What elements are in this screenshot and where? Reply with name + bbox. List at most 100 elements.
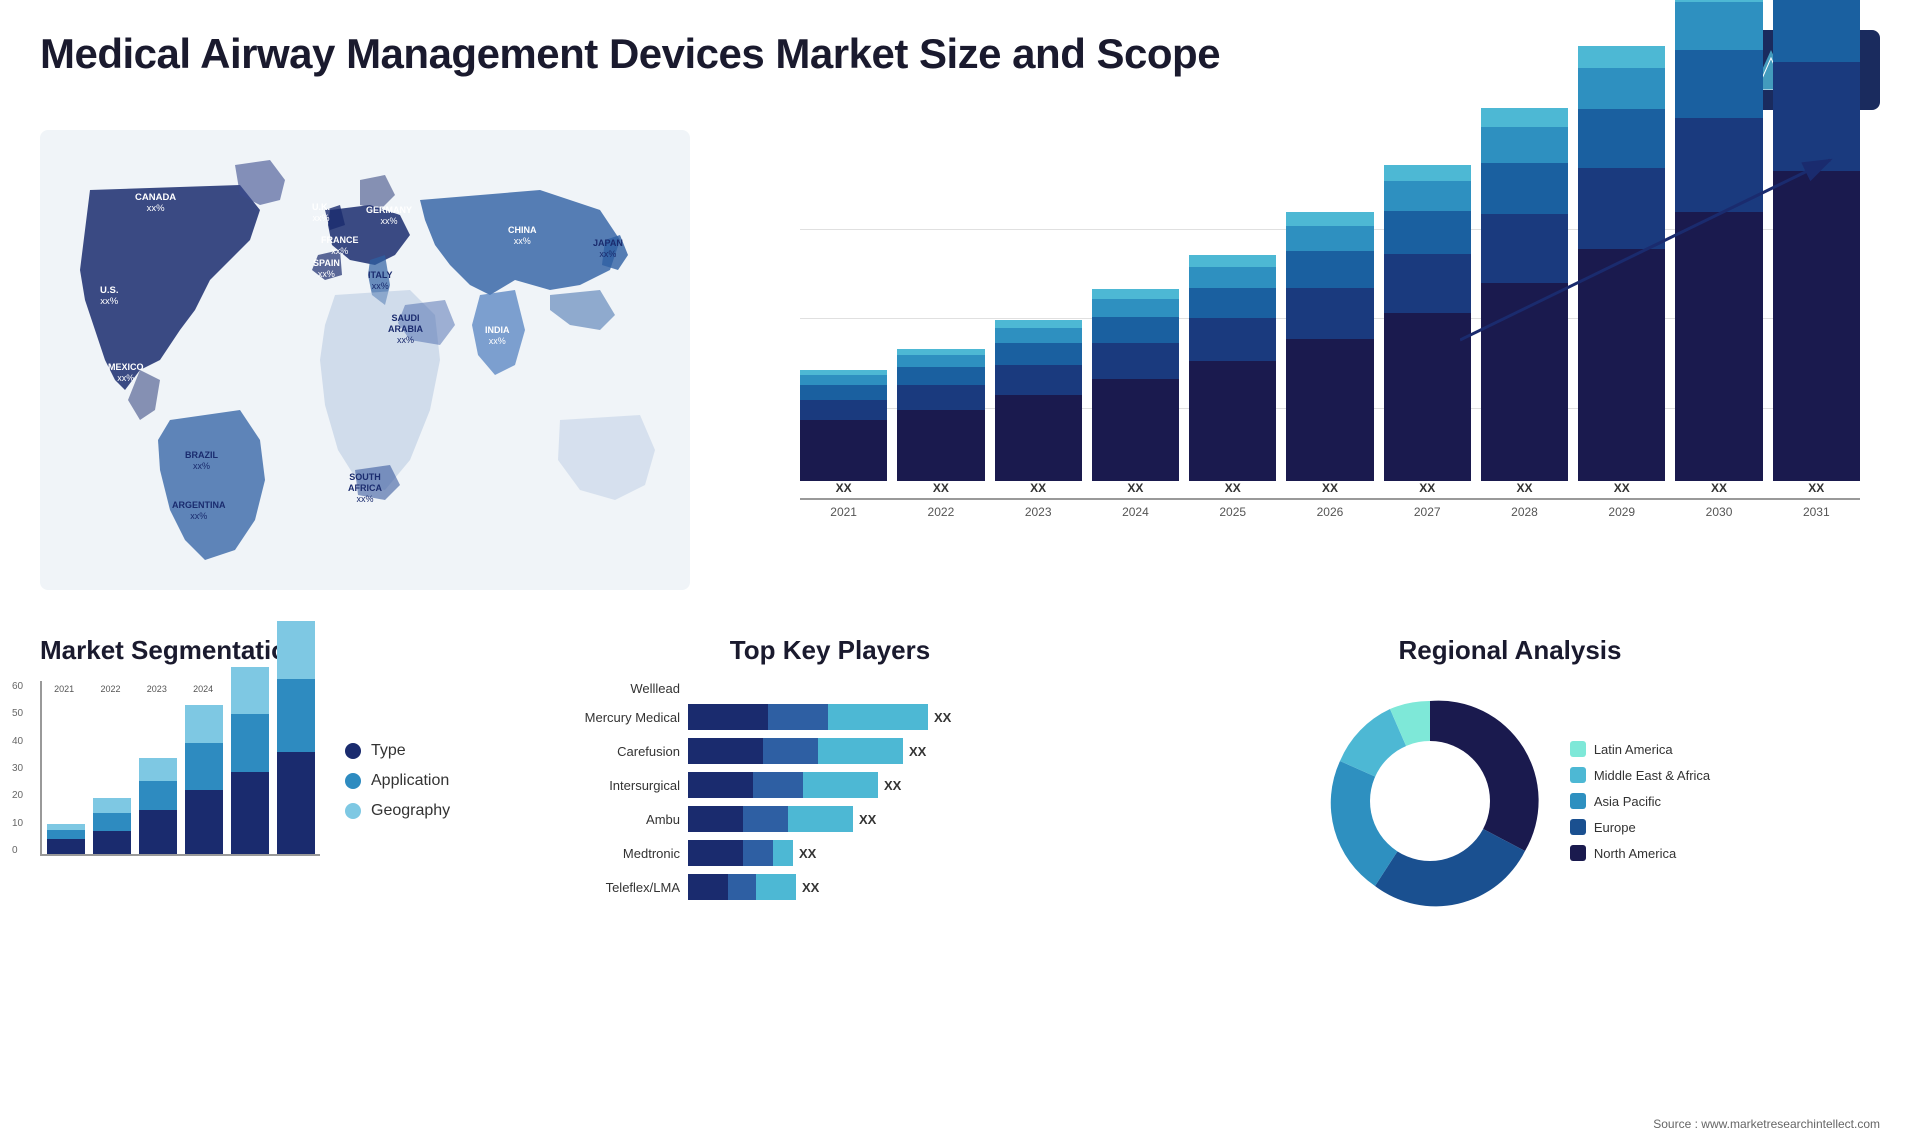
bar-group-2030: XX xyxy=(1675,0,1762,498)
player-value-2: XX xyxy=(909,744,926,759)
player-name-3: Intersurgical xyxy=(550,778,680,793)
bar-top-label-2022: XX xyxy=(933,481,949,495)
bar-top-label-2031: XX xyxy=(1808,481,1824,495)
donut-chart xyxy=(1310,681,1550,921)
seg-bar-2025 xyxy=(231,681,269,854)
seg-y-50: 50 xyxy=(12,708,23,719)
segmentation-section: Market Segmentation 60 50 40 30 20 10 0 xyxy=(40,635,520,921)
map-label-us: U.S.xx% xyxy=(100,285,118,308)
map-label-india: INDIAxx% xyxy=(485,325,510,347)
regional-title: Regional Analysis xyxy=(1140,635,1880,666)
player-row-3: Intersurgical XX xyxy=(550,772,1110,798)
reg-label-mea: Middle East & Africa xyxy=(1594,768,1710,783)
map-label-brazil: BRAZILxx% xyxy=(185,450,218,472)
seg-y-20: 20 xyxy=(12,790,23,801)
map-label-italy: ITALYxx% xyxy=(368,270,393,292)
bar-group-2021: XX xyxy=(800,370,887,498)
player-row-0: Welllead xyxy=(550,681,1110,696)
source-text: Source : www.marketresearchintellect.com xyxy=(1653,1117,1880,1131)
bar-top-label-2030: XX xyxy=(1711,481,1727,495)
regional-section: Regional Analysis xyxy=(1140,635,1880,921)
bar-top-label-2029: XX xyxy=(1614,481,1630,495)
reg-label-apac: Asia Pacific xyxy=(1594,794,1661,809)
player-row-5: Medtronic XX xyxy=(550,840,1110,866)
reg-legend-na: North America xyxy=(1570,845,1710,861)
seg-y-0: 0 xyxy=(12,845,23,856)
seg-y-30: 30 xyxy=(12,763,23,774)
reg-legend-mea: Middle East & Africa xyxy=(1570,767,1710,783)
bar-top-label-2027: XX xyxy=(1419,481,1435,495)
bar-xlabel-2023: 2023 xyxy=(995,505,1082,519)
seg-y-10: 10 xyxy=(12,818,23,829)
player-value-3: XX xyxy=(884,778,901,793)
map-label-canada: CANADAxx% xyxy=(135,192,176,215)
legend-label-app: Application xyxy=(371,772,449,790)
bar-chart-section: XXXXXXXXXXXXXXXXXXXXXX 20212022202320242… xyxy=(730,130,1880,620)
bar-xlabel-2027: 2027 xyxy=(1384,505,1471,519)
player-row-2: CarefusionXX xyxy=(550,738,1110,764)
player-name-1: Mercury Medical xyxy=(550,710,680,725)
seg-y-40: 40 xyxy=(12,736,23,747)
bar-xlabel-2024: 2024 xyxy=(1092,505,1179,519)
player-value-6: XX xyxy=(802,880,819,895)
donut-svg xyxy=(1310,681,1550,921)
legend-label-type: Type xyxy=(371,742,406,760)
bar-xlabel-2022: 2022 xyxy=(897,505,984,519)
map-label-mexico: MEXICOxx% xyxy=(108,362,144,384)
seg-y-60: 60 xyxy=(12,681,23,692)
map-label-france: FRANCExx% xyxy=(321,235,359,257)
bar-xlabel-2029: 2029 xyxy=(1578,505,1665,519)
bar-group-2023: XX xyxy=(995,320,1082,498)
legend-type: Type xyxy=(345,742,450,760)
seg-bar-2024 xyxy=(185,681,223,854)
player-name-5: Medtronic xyxy=(550,846,680,861)
bar-xlabel-2031: 2031 xyxy=(1773,505,1860,519)
reg-legend-latin: Latin America xyxy=(1570,741,1710,757)
reg-color-apac xyxy=(1570,793,1586,809)
player-row-6: Teleflex/LMA XX xyxy=(550,874,1110,900)
reg-color-europe xyxy=(1570,819,1586,835)
players-list: WellleadMercury MedicalXXCarefusionXXInt… xyxy=(550,681,1110,900)
seg-bar-2023 xyxy=(139,681,177,854)
map-label-argentina: ARGENTINAxx% xyxy=(172,500,226,522)
legend-dot-app xyxy=(345,773,361,789)
reg-color-na xyxy=(1570,845,1586,861)
legend-dot-geo xyxy=(345,803,361,819)
reg-legend-apac: Asia Pacific xyxy=(1570,793,1710,809)
player-value-4: XX xyxy=(859,812,876,827)
bar-group-2022: XX xyxy=(897,349,984,498)
bar-top-label-2024: XX xyxy=(1127,481,1143,495)
reg-color-mea xyxy=(1570,767,1586,783)
player-value-5: XX xyxy=(799,846,816,861)
bar-top-label-2025: XX xyxy=(1225,481,1241,495)
bar-group-2025: XX xyxy=(1189,255,1276,498)
player-row-1: Mercury MedicalXX xyxy=(550,704,1110,730)
map-label-china: CHINAxx% xyxy=(508,225,537,247)
map-label-germany: GERMANYxx% xyxy=(366,205,412,227)
player-name-6: Teleflex/LMA xyxy=(550,880,680,895)
world-map: CANADAxx% U.S.xx% MEXICOxx% BRAZILxx% xyxy=(40,130,690,600)
bar-group-2031: XX xyxy=(1773,0,1860,498)
bar-xlabel-2028: 2028 xyxy=(1481,505,1568,519)
map-label-japan: JAPANxx% xyxy=(593,238,623,260)
legend-label-geo: Geography xyxy=(371,802,450,820)
regional-container: Latin America Middle East & Africa Asia … xyxy=(1140,681,1880,921)
legend-application: Application xyxy=(345,772,450,790)
seg-bar-2021 xyxy=(47,681,85,854)
bar-xlabel-2025: 2025 xyxy=(1189,505,1276,519)
reg-label-latin: Latin America xyxy=(1594,742,1673,757)
seg-bar-2022 xyxy=(93,681,131,854)
bar-group-2029: XX xyxy=(1578,46,1665,498)
reg-label-na: North America xyxy=(1594,846,1676,861)
bar-top-label-2021: XX xyxy=(836,481,852,495)
bar-xlabel-2030: 2030 xyxy=(1675,505,1762,519)
bar-xlabel-2026: 2026 xyxy=(1286,505,1373,519)
page-title: Medical Airway Management Devices Market… xyxy=(40,30,1220,78)
map-label-uk: U.K.xx% xyxy=(312,202,330,224)
map-label-saudi: SAUDIARABIAxx% xyxy=(388,313,423,345)
regional-legend: Latin America Middle East & Africa Asia … xyxy=(1570,741,1710,861)
map-section: CANADAxx% U.S.xx% MEXICOxx% BRAZILxx% xyxy=(40,130,700,620)
bar-top-label-2023: XX xyxy=(1030,481,1046,495)
player-name-0: Welllead xyxy=(550,681,680,696)
seg-legend: Type Application Geography xyxy=(345,742,450,820)
